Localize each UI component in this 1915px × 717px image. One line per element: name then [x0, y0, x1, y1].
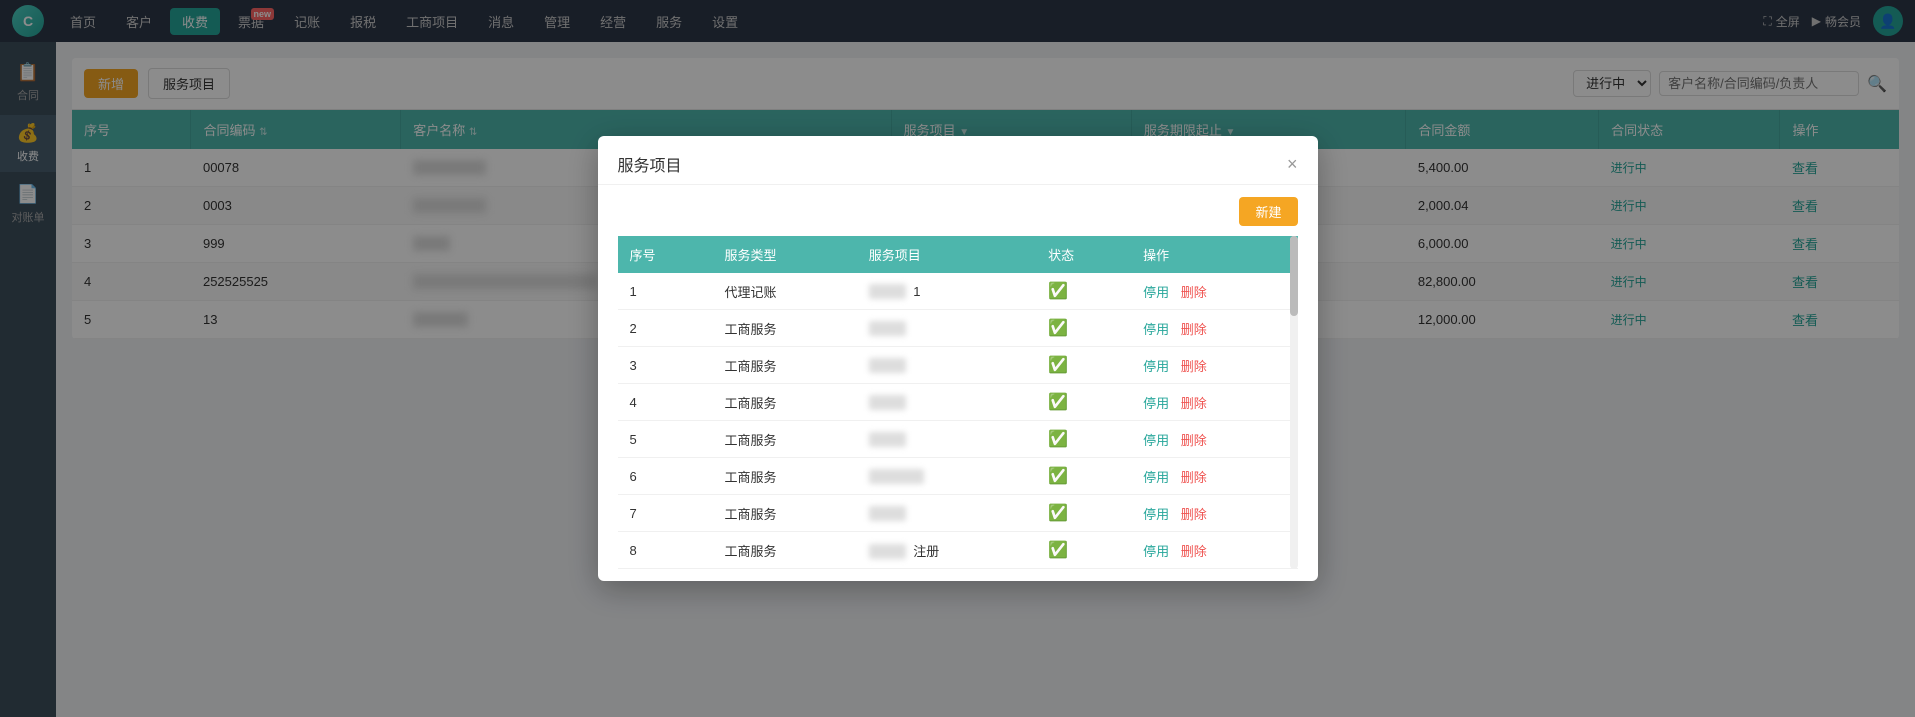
delete-button[interactable]: 删除: [1181, 470, 1207, 485]
dialog-col-index: 序号: [618, 236, 713, 273]
content-area: 新增 服务项目 进行中 全部 已完成 已终止 🔍 序号: [56, 42, 1915, 717]
service-items-table: 序号 服务类型 服务项目 状态 操作 1 代理记账 ████ 1 ✅ 停用: [618, 236, 1298, 569]
dialog-body: 新建 序号 服务类型 服务项目 状态 操作: [598, 185, 1318, 581]
dialog-cell-item: ████: [857, 421, 1036, 458]
dialog-cell-type: 工商服务: [712, 310, 856, 347]
dialog-table-row: 6 工商服务 ██████ ✅ 停用 删除: [618, 458, 1298, 495]
dialog-cell-item: ████: [857, 495, 1036, 532]
main-layout: 📋 合同 💰 收费 📄 对账单 新增 服务项目 进行中 全部 已完成: [0, 42, 1915, 717]
scrollbar-track: [1290, 236, 1298, 569]
dialog-cell-action: 停用 删除: [1131, 310, 1297, 347]
dialog-cell-index: 5: [618, 421, 713, 458]
delete-button[interactable]: 删除: [1181, 285, 1207, 300]
dialog-title: 服务项目: [618, 152, 682, 176]
stop-button[interactable]: 停用: [1143, 544, 1169, 559]
dialog-col-item: 服务项目: [857, 236, 1036, 273]
dialog-cell-index: 7: [618, 495, 713, 532]
dialog-cell-action: 停用 删除: [1131, 273, 1297, 310]
dialog-cell-index: 4: [618, 384, 713, 421]
dialog-cell-action: 停用 删除: [1131, 384, 1297, 421]
dialog-cell-item: ████: [857, 384, 1036, 421]
dialog-cell-type: 代理记账: [712, 273, 856, 310]
dialog-cell-status: ✅: [1036, 273, 1131, 310]
dialog-cell-status: ✅: [1036, 421, 1131, 458]
dialog-cell-type: 工商服务: [712, 421, 856, 458]
dialog-table-row: 1 代理记账 ████ 1 ✅ 停用 删除: [618, 273, 1298, 310]
stop-button[interactable]: 停用: [1143, 507, 1169, 522]
dialog-cell-status: ✅: [1036, 495, 1131, 532]
dialog-header: 服务项目 ×: [598, 136, 1318, 185]
delete-button[interactable]: 删除: [1181, 396, 1207, 411]
delete-button[interactable]: 删除: [1181, 359, 1207, 374]
delete-button[interactable]: 删除: [1181, 544, 1207, 559]
stop-button[interactable]: 停用: [1143, 470, 1169, 485]
dialog-col-type: 服务类型: [712, 236, 856, 273]
status-check-icon: ✅: [1048, 394, 1068, 411]
delete-button[interactable]: 删除: [1181, 322, 1207, 337]
dialog-cell-type: 工商服务: [712, 532, 856, 569]
dialog-col-status: 状态: [1036, 236, 1131, 273]
dialog-cell-status: ✅: [1036, 347, 1131, 384]
dialog-cell-type: 工商服务: [712, 347, 856, 384]
dialog-cell-item: ████: [857, 310, 1036, 347]
delete-button[interactable]: 删除: [1181, 433, 1207, 448]
service-dialog: 服务项目 × 新建 序号 服务类型 服务项目: [598, 136, 1318, 581]
dialog-cell-item: ████ 1: [857, 273, 1036, 310]
dialog-cell-status: ✅: [1036, 384, 1131, 421]
dialog-cell-action: 停用 删除: [1131, 495, 1297, 532]
dialog-col-action: 操作: [1131, 236, 1297, 273]
dialog-cell-item: ████: [857, 347, 1036, 384]
status-check-icon: ✅: [1048, 357, 1068, 374]
dialog-cell-type: 工商服务: [712, 458, 856, 495]
dialog-cell-type: 工商服务: [712, 495, 856, 532]
dialog-table-row: 7 工商服务 ████ ✅ 停用 删除: [618, 495, 1298, 532]
status-check-icon: ✅: [1048, 542, 1068, 559]
dialog-new-button[interactable]: 新建: [1239, 197, 1297, 226]
dialog-cell-index: 6: [618, 458, 713, 495]
dialog-table-row: 8 工商服务 ████ 注册 ✅ 停用 删除: [618, 532, 1298, 569]
dialog-cell-index: 1: [618, 273, 713, 310]
status-check-icon: ✅: [1048, 320, 1068, 337]
dialog-cell-status: ✅: [1036, 532, 1131, 569]
dialog-toolbar: 新建: [618, 197, 1298, 226]
stop-button[interactable]: 停用: [1143, 396, 1169, 411]
dialog-close-button[interactable]: ×: [1287, 154, 1298, 175]
status-check-icon: ✅: [1048, 468, 1068, 485]
dialog-cell-item: ██████: [857, 458, 1036, 495]
dialog-cell-index: 8: [618, 532, 713, 569]
dialog-cell-action: 停用 删除: [1131, 421, 1297, 458]
status-check-icon: ✅: [1048, 431, 1068, 448]
stop-button[interactable]: 停用: [1143, 285, 1169, 300]
dialog-table-row: 2 工商服务 ████ ✅ 停用 删除: [618, 310, 1298, 347]
scrollbar-thumb[interactable]: [1290, 236, 1298, 316]
dialog-table-row: 4 工商服务 ████ ✅ 停用 删除: [618, 384, 1298, 421]
status-check-icon: ✅: [1048, 505, 1068, 522]
dialog-cell-action: 停用 删除: [1131, 458, 1297, 495]
dialog-cell-status: ✅: [1036, 458, 1131, 495]
stop-button[interactable]: 停用: [1143, 322, 1169, 337]
stop-button[interactable]: 停用: [1143, 359, 1169, 374]
stop-button[interactable]: 停用: [1143, 433, 1169, 448]
dialog-table-row: 3 工商服务 ████ ✅ 停用 删除: [618, 347, 1298, 384]
dialog-cell-action: 停用 删除: [1131, 347, 1297, 384]
dialog-overlay: 服务项目 × 新建 序号 服务类型 服务项目: [56, 42, 1915, 717]
dialog-cell-item: ████ 注册: [857, 532, 1036, 569]
delete-button[interactable]: 删除: [1181, 507, 1207, 522]
status-check-icon: ✅: [1048, 283, 1068, 300]
dialog-table-row: 5 工商服务 ████ ✅ 停用 删除: [618, 421, 1298, 458]
dialog-table-wrap: 序号 服务类型 服务项目 状态 操作 1 代理记账 ████ 1 ✅ 停用: [618, 236, 1298, 569]
dialog-cell-type: 工商服务: [712, 384, 856, 421]
dialog-cell-index: 3: [618, 347, 713, 384]
dialog-cell-action: 停用 删除: [1131, 532, 1297, 569]
dialog-cell-index: 2: [618, 310, 713, 347]
dialog-cell-status: ✅: [1036, 310, 1131, 347]
